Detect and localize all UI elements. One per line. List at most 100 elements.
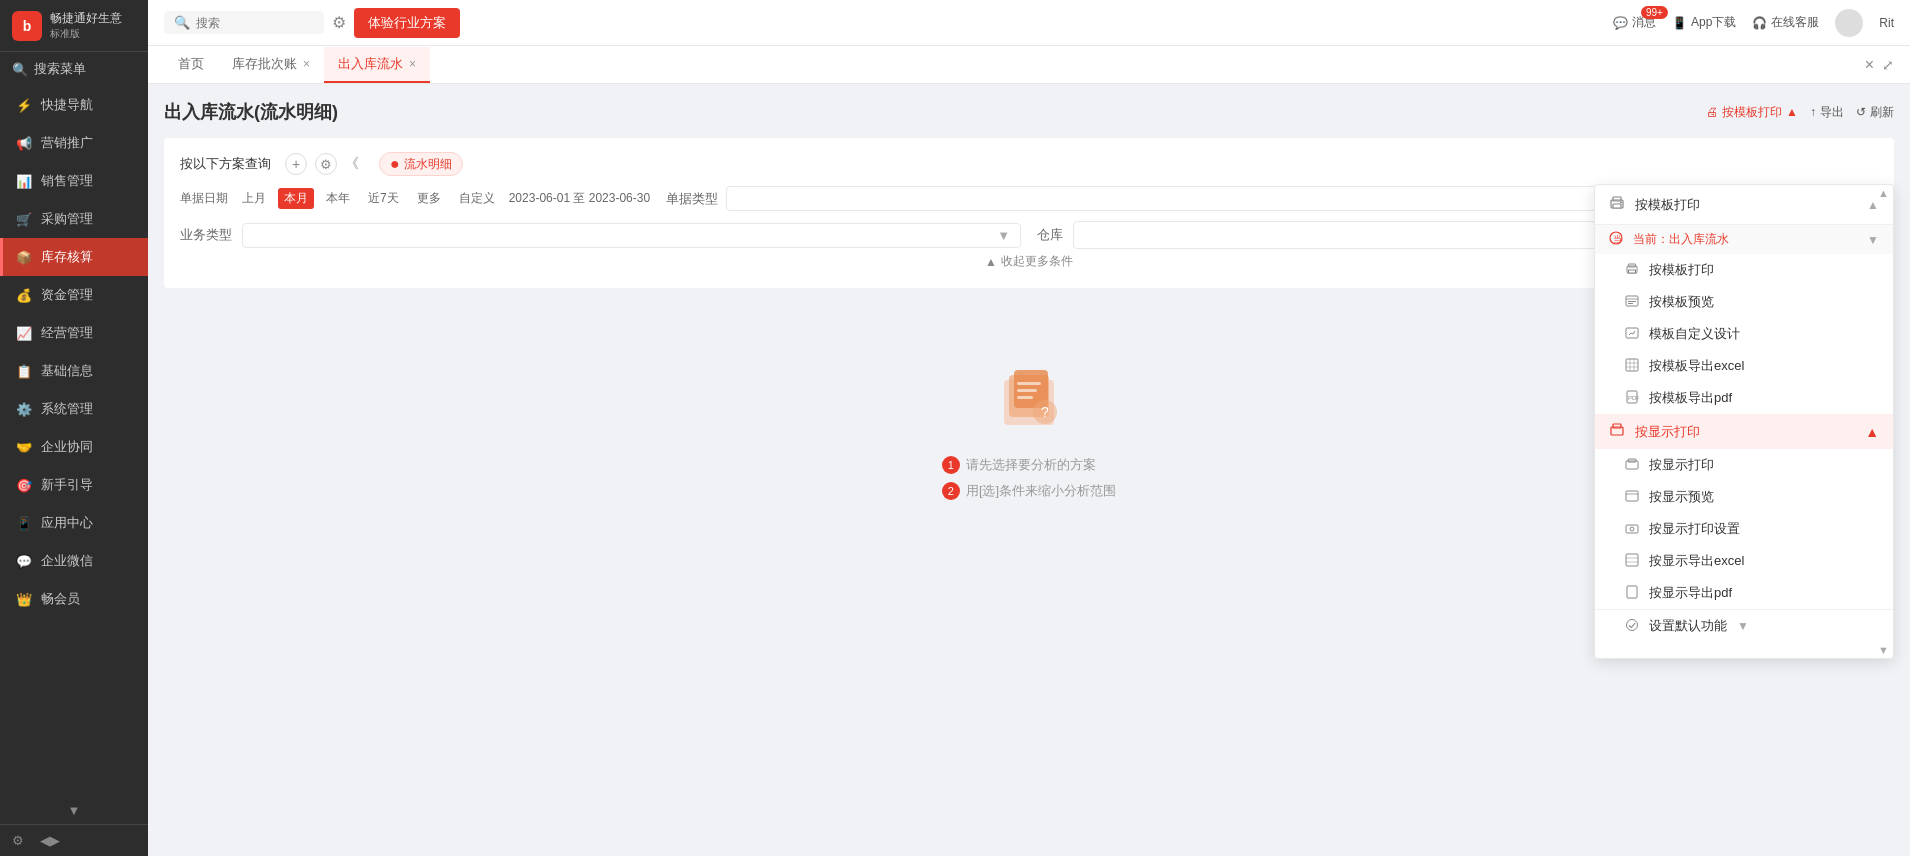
close-window-button[interactable]: × bbox=[1865, 56, 1874, 74]
sales-icon: 📊 bbox=[15, 172, 33, 190]
page-title-row: 出入库流水(流水明细) 🖨 按模板打印 ▲ ↑ 导出 ↺ 刷新 bbox=[164, 100, 1894, 124]
date-opt-7days[interactable]: 近7天 bbox=[362, 188, 405, 209]
filter-tag-liushui[interactable]: ● 流水明细 bbox=[379, 152, 463, 176]
section-toggle-icon[interactable]: ▲ bbox=[1865, 424, 1879, 440]
dropdown-display-export-pdf[interactable]: 按显示导出pdf bbox=[1595, 577, 1893, 609]
sidebar-scroll-down[interactable]: ▼ bbox=[0, 797, 148, 824]
display-export-excel-label: 按显示导出excel bbox=[1649, 552, 1744, 570]
avatar[interactable] bbox=[1835, 9, 1863, 37]
sidebar-item-operation[interactable]: 📈 经营管理 bbox=[0, 314, 148, 352]
collapse-icon[interactable]: ◀▶ bbox=[40, 833, 60, 848]
tab-stock-flow[interactable]: 出入库流水 × bbox=[324, 47, 430, 83]
date-options: 上月 本月 本年 近7天 更多 自定义 bbox=[236, 188, 501, 209]
export-button[interactable]: ↑ 导出 bbox=[1810, 104, 1844, 121]
sidebar-item-wechat[interactable]: 💬 企业微信 bbox=[0, 542, 148, 580]
settings-icon[interactable]: ⚙ bbox=[12, 833, 24, 848]
search-input[interactable] bbox=[196, 16, 296, 30]
headset-icon: 🎧 bbox=[1752, 16, 1767, 30]
trial-button[interactable]: 体验行业方案 bbox=[354, 8, 460, 38]
scroll-down-btn[interactable]: ▼ bbox=[1595, 642, 1893, 658]
filter-settings-button[interactable]: ⚙ bbox=[315, 153, 337, 175]
dropdown-display-section[interactable]: 按显示打印 ▲ bbox=[1595, 414, 1893, 449]
display-section-label: 按显示打印 bbox=[1635, 423, 1855, 441]
filter-collapse-button[interactable]: 《 bbox=[345, 155, 359, 173]
sidebar: b 畅捷通好生意 标准版 🔍 搜索菜单 ⚡ 快捷导航 📢 营销推广 📊 销售管理… bbox=[0, 0, 148, 856]
template-custom-label: 模板自定义设计 bbox=[1649, 325, 1740, 343]
export-icon: ↑ bbox=[1810, 105, 1816, 119]
dropdown-template-custom[interactable]: 模板自定义设计 bbox=[1595, 318, 1893, 350]
printer-icon bbox=[1609, 195, 1625, 214]
sidebar-item-member[interactable]: 👑 畅会员 bbox=[0, 580, 148, 618]
dropdown-template-export-excel[interactable]: 按模板导出excel bbox=[1595, 350, 1893, 382]
filter-label: 按以下方案查询 + ⚙ 《 bbox=[180, 153, 359, 175]
sidebar-item-collab[interactable]: 🤝 企业协同 bbox=[0, 428, 148, 466]
gear-icon[interactable]: ⚙ bbox=[332, 13, 346, 32]
basic-icon: 📋 bbox=[15, 362, 33, 380]
chevron-up-icon: ▲ bbox=[1786, 105, 1798, 119]
sidebar-item-label: 企业微信 bbox=[41, 552, 93, 570]
search-icon: 🔍 bbox=[12, 62, 28, 77]
tab-home[interactable]: 首页 bbox=[164, 47, 218, 83]
filter-tag-label: 流水明细 bbox=[404, 156, 452, 173]
date-range-display: 2023-06-01 至 2023-06-30 bbox=[509, 190, 650, 207]
sidebar-item-finance[interactable]: 💰 资金管理 bbox=[0, 276, 148, 314]
dropdown-template-print[interactable]: 按模板打印 bbox=[1595, 254, 1893, 286]
refresh-button[interactable]: ↺ 刷新 bbox=[1856, 104, 1894, 121]
search-menu[interactable]: 🔍 搜索菜单 bbox=[0, 52, 148, 86]
sidebar-item-marketing[interactable]: 📢 营销推广 bbox=[0, 124, 148, 162]
date-opt-more[interactable]: 更多 bbox=[411, 188, 447, 209]
sidebar-nav: ⚡ 快捷导航 📢 营销推广 📊 销售管理 🛒 采购管理 📦 库存核算 💰 资金管… bbox=[0, 86, 148, 797]
inventory-icon: 📦 bbox=[15, 248, 33, 266]
dropdown-set-default[interactable]: 设置默认功能 ▼ bbox=[1595, 609, 1893, 642]
dropdown-template-export-pdf[interactable]: PDF 按模板导出pdf bbox=[1595, 382, 1893, 414]
dropdown-display-print-setting[interactable]: 按显示打印设置 bbox=[1595, 513, 1893, 545]
online-service-button[interactable]: 🎧 在线客服 bbox=[1752, 14, 1819, 31]
dropdown-template-preview[interactable]: 按模板预览 bbox=[1595, 286, 1893, 318]
tag-dot-icon: ● bbox=[390, 155, 400, 173]
sidebar-item-guide[interactable]: 🎯 新手引导 bbox=[0, 466, 148, 504]
tab-inventory-batch-label: 库存批次账 bbox=[232, 55, 297, 73]
message-button[interactable]: 💬 消息 99+ bbox=[1613, 14, 1656, 31]
search-icon: 🔍 bbox=[174, 15, 190, 30]
app-download-button[interactable]: 📱 App下载 bbox=[1672, 14, 1736, 31]
svg-rect-37 bbox=[1626, 554, 1638, 566]
dropdown-display-preview[interactable]: 按显示预览 bbox=[1595, 481, 1893, 513]
date-opt-custom[interactable]: 自定义 bbox=[453, 188, 501, 209]
print-template-button[interactable]: 🖨 按模板打印 ▲ bbox=[1706, 104, 1798, 121]
topbar-search-box[interactable]: 🔍 bbox=[164, 11, 324, 34]
filter-add-button[interactable]: + bbox=[285, 153, 307, 175]
logo-area: b 畅捷通好生意 标准版 bbox=[0, 0, 148, 52]
maximize-window-button[interactable]: ⤢ bbox=[1882, 57, 1894, 73]
warehouse-label: 仓库 bbox=[1037, 226, 1063, 244]
chevron-down-icon: ▼ bbox=[1867, 233, 1879, 247]
purchase-icon: 🛒 bbox=[15, 210, 33, 228]
collapse-more-label: 收起更多条件 bbox=[1001, 253, 1073, 270]
dropdown-display-export-excel[interactable]: 按显示导出excel bbox=[1595, 545, 1893, 577]
biz-type-select[interactable]: ▼ bbox=[242, 223, 1021, 248]
sidebar-item-quick-nav[interactable]: ⚡ 快捷导航 bbox=[0, 86, 148, 124]
sidebar-item-system[interactable]: ⚙️ 系统管理 bbox=[0, 390, 148, 428]
filter-label-text: 按以下方案查询 bbox=[180, 155, 271, 173]
sidebar-item-purchase[interactable]: 🛒 采购管理 bbox=[0, 200, 148, 238]
scroll-up-btn[interactable]: ▲ bbox=[1874, 185, 1893, 201]
username-label: Rit bbox=[1879, 16, 1894, 30]
svg-point-11 bbox=[1620, 202, 1622, 204]
sidebar-item-sales[interactable]: 📊 销售管理 bbox=[0, 162, 148, 200]
dropdown-display-print[interactable]: 按显示打印 bbox=[1595, 449, 1893, 481]
tab-inventory-batch[interactable]: 库存批次账 × bbox=[218, 47, 324, 83]
pdf-icon: PDF bbox=[1625, 390, 1639, 407]
tab-inventory-batch-close[interactable]: × bbox=[303, 57, 310, 71]
svg-rect-22 bbox=[1626, 359, 1638, 371]
date-opt-this-month[interactable]: 本月 bbox=[278, 188, 314, 209]
app-name: 畅捷通好生意 bbox=[50, 10, 122, 27]
tab-stock-flow-close[interactable]: × bbox=[409, 57, 416, 71]
export-label: 导出 bbox=[1820, 104, 1844, 121]
svg-rect-10 bbox=[1613, 204, 1621, 208]
hint-item-1: 1 请先选择要分析的方案 bbox=[942, 456, 1116, 474]
sidebar-item-inventory[interactable]: 📦 库存核算 bbox=[0, 238, 148, 276]
sidebar-item-appcenter[interactable]: 📱 应用中心 bbox=[0, 504, 148, 542]
date-opt-last-month[interactable]: 上月 bbox=[236, 188, 272, 209]
date-opt-this-year[interactable]: 本年 bbox=[320, 188, 356, 209]
sidebar-item-basic[interactable]: 📋 基础信息 bbox=[0, 352, 148, 390]
tab-stock-flow-label: 出入库流水 bbox=[338, 55, 403, 73]
